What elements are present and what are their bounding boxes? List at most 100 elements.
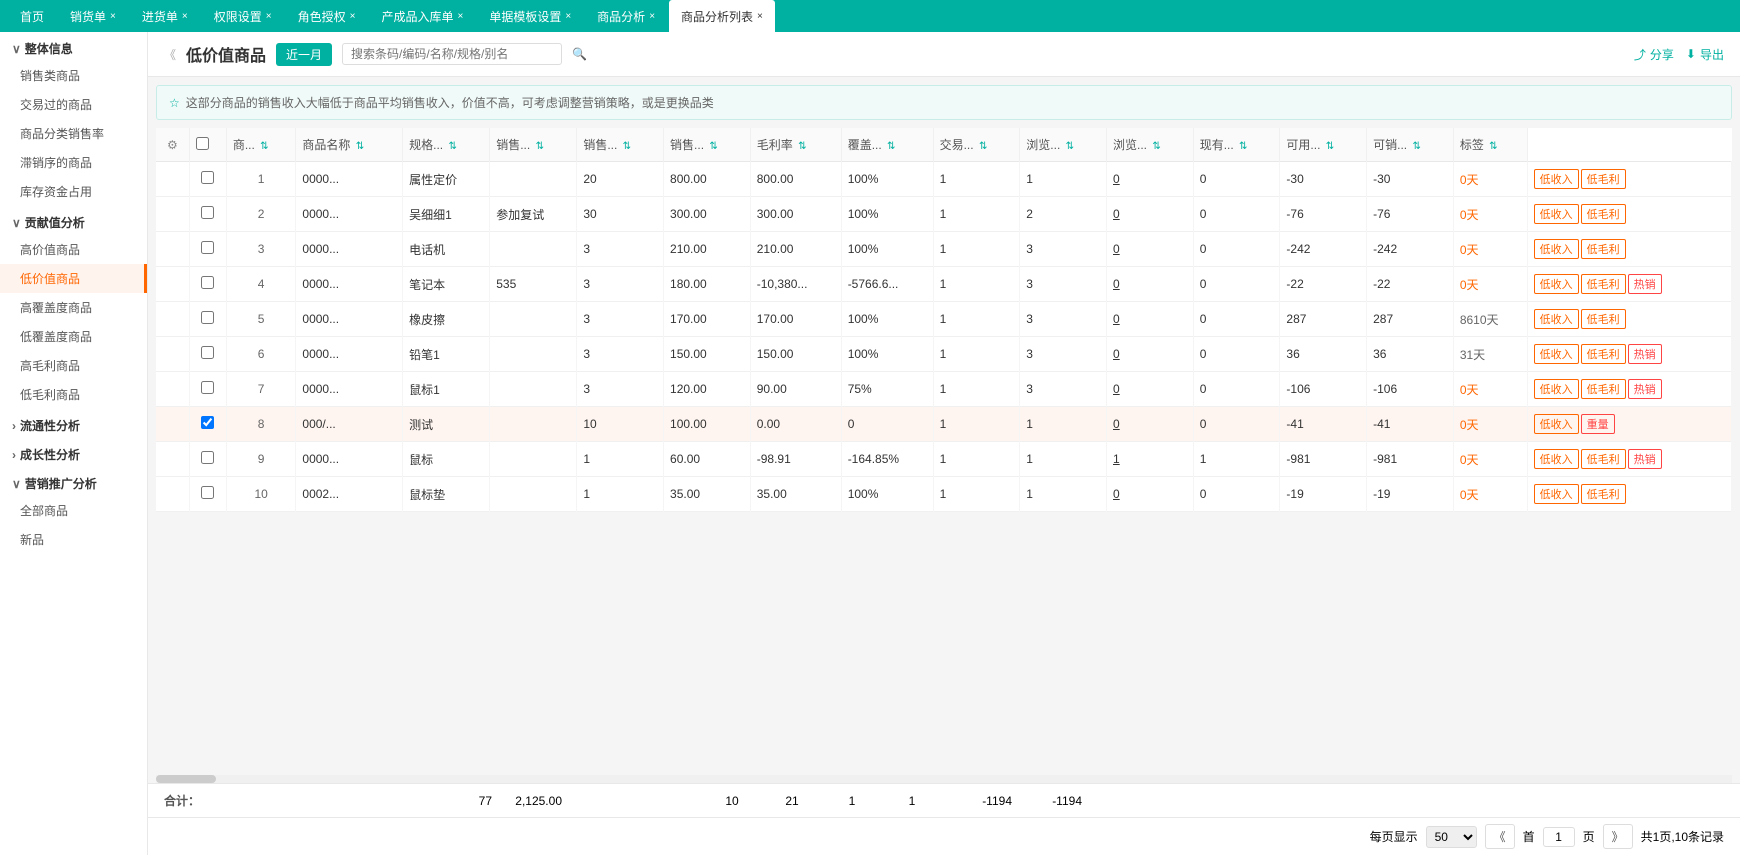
browse1-value[interactable]: 0 <box>1113 172 1120 186</box>
nav-home[interactable]: 首页 <box>8 0 56 32</box>
col-browse1[interactable]: 浏览... ⇅ <box>1020 128 1107 162</box>
row-checkbox[interactable] <box>201 381 214 394</box>
col-browse2[interactable]: 浏览... ⇅ <box>1107 128 1194 162</box>
row-checkbox-cell[interactable] <box>189 442 226 477</box>
browse1-value[interactable]: 0 <box>1113 347 1120 361</box>
browse1-value[interactable]: 0 <box>1113 242 1120 256</box>
page-input[interactable] <box>1543 827 1575 847</box>
nav-close-product-analysis-list[interactable]: × <box>757 11 763 22</box>
nav-close-product-analysis[interactable]: × <box>649 11 655 22</box>
sidebar-group-marketing[interactable]: ∨ 营销推广分析 <box>0 467 147 496</box>
row-checkbox[interactable] <box>201 276 214 289</box>
row-checkbox[interactable] <box>201 171 214 184</box>
nav-purchase-order[interactable]: 进货单 × <box>130 0 200 32</box>
row-checkbox[interactable] <box>201 451 214 464</box>
select-all-checkbox[interactable] <box>196 137 209 150</box>
collapse-icon-overall[interactable]: ∨ <box>12 42 21 56</box>
per-page-select[interactable]: 50 100 200 <box>1426 826 1477 848</box>
sidebar-item-traded-products[interactable]: 交易过的商品 <box>0 90 147 119</box>
sidebar-item-new-products[interactable]: 新品 <box>0 525 147 554</box>
scrollbar-thumb[interactable] <box>156 775 216 783</box>
search-input[interactable] <box>342 43 562 65</box>
col-sale2[interactable]: 销售... ⇅ <box>577 128 664 162</box>
sidebar-item-high-margin[interactable]: 高毛利商品 <box>0 351 147 380</box>
search-icon[interactable]: 🔍 <box>572 47 587 61</box>
nav-close-sales-order[interactable]: × <box>110 11 116 22</box>
nav-product-analysis[interactable]: 商品分析 × <box>585 0 667 32</box>
row-browse1[interactable]: 1 <box>1107 442 1194 477</box>
last-page-button[interactable]: 》 <box>1603 824 1633 849</box>
row-checkbox-cell[interactable] <box>189 162 226 197</box>
row-checkbox[interactable] <box>201 241 214 254</box>
time-filter-button[interactable]: 近一月 <box>276 43 332 66</box>
nav-roles[interactable]: 角色授权 × <box>286 0 368 32</box>
collapse-icon-circulation[interactable]: › <box>12 419 16 433</box>
sidebar-item-inventory-capital[interactable]: 库存资金占用 <box>0 177 147 206</box>
col-spec[interactable]: 规格... ⇅ <box>403 128 490 162</box>
col-code[interactable]: 商... ⇅ <box>226 128 296 162</box>
sidebar-item-low-margin[interactable]: 低毛利商品 <box>0 380 147 409</box>
nav-template-settings[interactable]: 单据模板设置 × <box>477 0 583 32</box>
sidebar-group-growth[interactable]: › 成长性分析 <box>0 438 147 467</box>
col-stock3[interactable]: 可销... ⇅ <box>1367 128 1454 162</box>
row-checkbox-cell[interactable] <box>189 197 226 232</box>
sidebar-group-overall[interactable]: ∨ 整体信息 <box>0 32 147 61</box>
sidebar-item-sales-products[interactable]: 销售类商品 <box>0 61 147 90</box>
nav-finished-goods[interactable]: 产成品入库单 × <box>369 0 475 32</box>
nav-product-analysis-list[interactable]: 商品分析列表 × <box>669 0 775 32</box>
row-browse1[interactable]: 0 <box>1107 407 1194 442</box>
row-browse1[interactable]: 0 <box>1107 232 1194 267</box>
col-gear[interactable]: ⚙ <box>156 128 189 162</box>
sidebar-item-low-value[interactable]: 低价值商品 <box>0 264 147 293</box>
horizontal-scrollbar[interactable] <box>156 775 1732 783</box>
row-checkbox-cell[interactable] <box>189 302 226 337</box>
sidebar-item-high-coverage[interactable]: 高覆盖度商品 <box>0 293 147 322</box>
row-browse1[interactable]: 0 <box>1107 477 1194 512</box>
col-tags[interactable]: 标签 ⇅ <box>1453 128 1527 162</box>
nav-permissions[interactable]: 权限设置 × <box>202 0 284 32</box>
row-checkbox-cell[interactable] <box>189 477 226 512</box>
col-gross[interactable]: 毛利率 ⇅ <box>750 128 841 162</box>
row-browse1[interactable]: 0 <box>1107 162 1194 197</box>
row-browse1[interactable]: 0 <box>1107 302 1194 337</box>
row-checkbox[interactable] <box>201 416 214 429</box>
col-name[interactable]: 商品名称 ⇅ <box>296 128 403 162</box>
row-checkbox-cell[interactable] <box>189 372 226 407</box>
export-button[interactable]: ⬇ 导出 <box>1686 46 1724 63</box>
nav-close-roles[interactable]: × <box>350 11 356 22</box>
browse1-value[interactable]: 1 <box>1113 452 1120 466</box>
row-checkbox-cell[interactable] <box>189 407 226 442</box>
row-browse1[interactable]: 0 <box>1107 197 1194 232</box>
sidebar-item-category-sales-rate[interactable]: 商品分类销售率 <box>0 119 147 148</box>
nav-close-template[interactable]: × <box>565 11 571 22</box>
col-sale3[interactable]: 销售... ⇅ <box>664 128 751 162</box>
col-cover[interactable]: 覆盖... ⇅ <box>841 128 933 162</box>
sidebar-item-stagnant-products[interactable]: 滞销序的商品 <box>0 148 147 177</box>
share-button[interactable]: ⤴ 分享 <box>1634 46 1674 63</box>
first-page-button[interactable]: 《 <box>1485 824 1515 849</box>
col-stock2[interactable]: 可用... ⇅ <box>1280 128 1367 162</box>
col-sale1[interactable]: 销售... ⇅ <box>490 128 577 162</box>
browse1-value[interactable]: 0 <box>1113 312 1120 326</box>
collapse-icon-marketing[interactable]: ∨ <box>12 477 21 491</box>
browse1-value[interactable]: 0 <box>1113 417 1120 431</box>
col-trade[interactable]: 交易... ⇅ <box>933 128 1020 162</box>
row-checkbox[interactable] <box>201 346 214 359</box>
sidebar-item-high-value[interactable]: 高价值商品 <box>0 235 147 264</box>
nav-close-permissions[interactable]: × <box>266 11 272 22</box>
browse1-value[interactable]: 0 <box>1113 207 1120 221</box>
row-browse1[interactable]: 0 <box>1107 337 1194 372</box>
collapse-icon-growth[interactable]: › <box>12 448 16 462</box>
browse1-value[interactable]: 0 <box>1113 277 1120 291</box>
collapse-icon-contribution[interactable]: ∨ <box>12 216 21 230</box>
row-browse1[interactable]: 0 <box>1107 372 1194 407</box>
col-stock1[interactable]: 现有... ⇅ <box>1193 128 1280 162</box>
row-checkbox[interactable] <box>201 206 214 219</box>
row-checkbox[interactable] <box>201 486 214 499</box>
row-checkbox[interactable] <box>201 311 214 324</box>
nav-close-purchase[interactable]: × <box>182 11 188 22</box>
row-browse1[interactable]: 0 <box>1107 267 1194 302</box>
sidebar-item-low-coverage[interactable]: 低覆盖度商品 <box>0 322 147 351</box>
nav-close-finished-goods[interactable]: × <box>457 11 463 22</box>
browse1-value[interactable]: 0 <box>1113 382 1120 396</box>
